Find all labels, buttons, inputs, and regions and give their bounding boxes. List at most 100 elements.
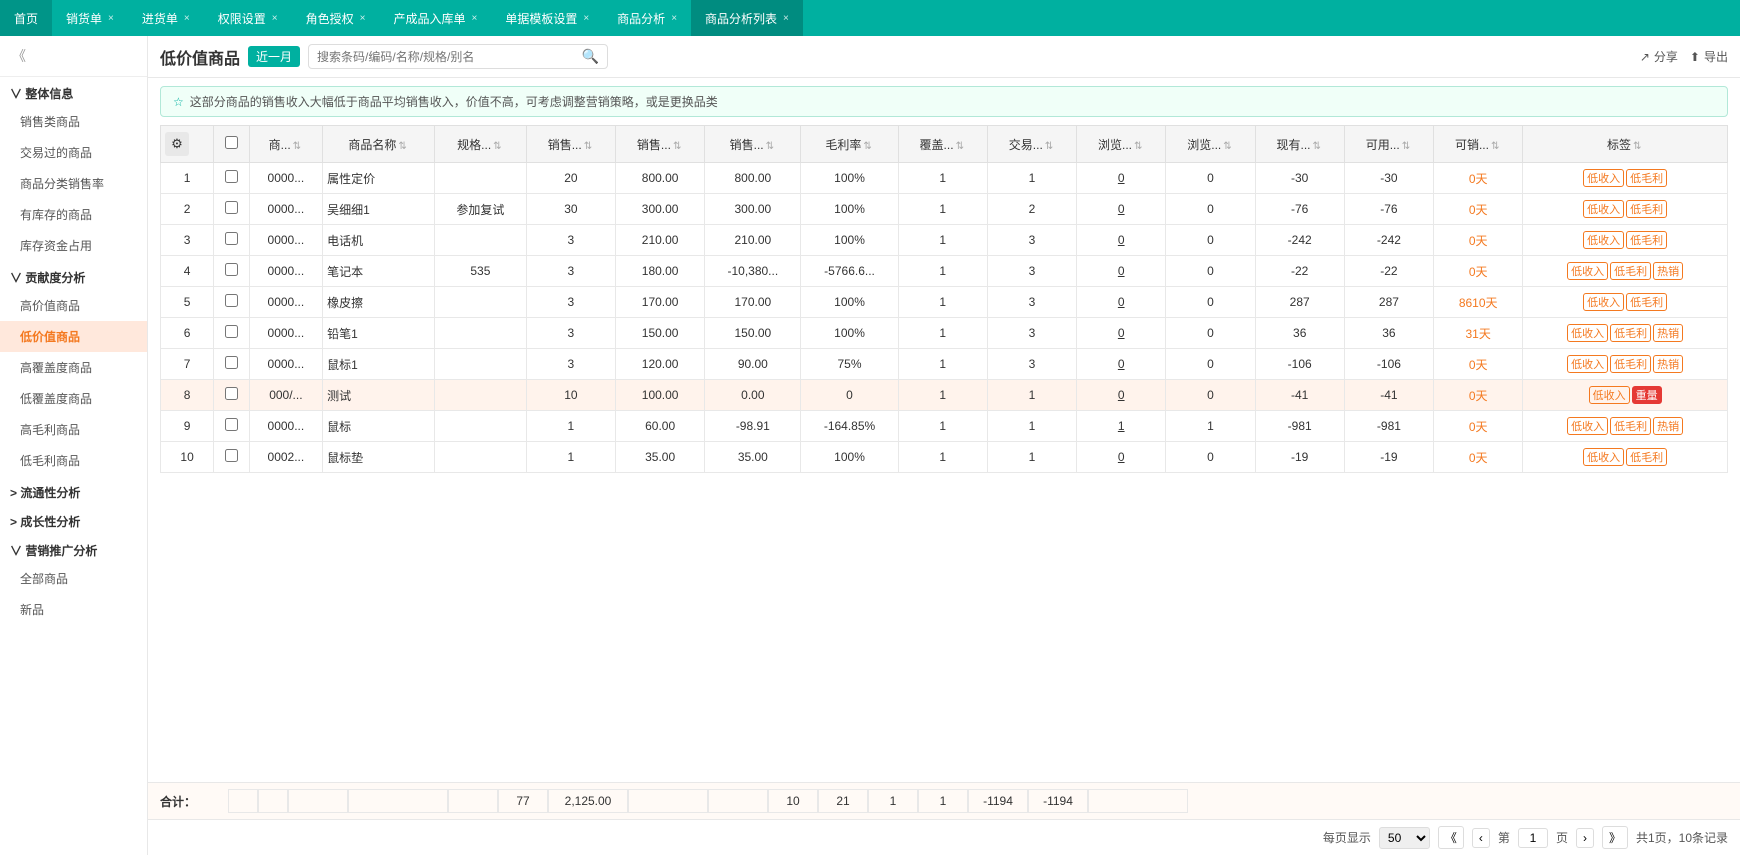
col-trade[interactable]: 交易...⇅: [987, 126, 1076, 163]
nav-role-auth-close[interactable]: ×: [360, 13, 366, 24]
page-size-select[interactable]: 50 100 200: [1379, 827, 1430, 849]
row-s6: 1: [987, 442, 1076, 473]
col-available[interactable]: 可用...⇅: [1344, 126, 1433, 163]
row-s7[interactable]: 0: [1077, 163, 1166, 194]
sidebar-item-all-products[interactable]: 全部商品: [0, 563, 147, 594]
select-all-checkbox[interactable]: [225, 136, 238, 149]
row-checkbox[interactable]: [214, 411, 249, 442]
prev-page-btn[interactable]: ‹: [1472, 828, 1490, 848]
nav-template-settings[interactable]: 单据模板设置 ×: [491, 0, 603, 36]
sidebar-item-traded-products[interactable]: 交易过的商品: [0, 137, 147, 168]
row-checkbox[interactable]: [214, 349, 249, 380]
nav-analysis-list[interactable]: 商品分析列表 ×: [691, 0, 803, 36]
sidebar-item-stock-capital[interactable]: 库存资金占用: [0, 230, 147, 261]
footer-s9: -1194: [1028, 789, 1088, 813]
col-current-stock[interactable]: 现有...⇅: [1255, 126, 1344, 163]
col-settings[interactable]: ⚙: [161, 126, 214, 163]
col-margin[interactable]: 毛利率⇅: [801, 126, 898, 163]
sidebar-item-stock-products[interactable]: 有库存的商品: [0, 199, 147, 230]
sidebar-item-category-sales-rate[interactable]: 商品分类销售率: [0, 168, 147, 199]
col-spec[interactable]: 规格...⇅: [434, 126, 526, 163]
nav-product-analysis-close[interactable]: ×: [671, 13, 677, 24]
nav-sales[interactable]: 销货单 ×: [52, 0, 128, 36]
nav-product-analysis[interactable]: 商品分析 ×: [603, 0, 691, 36]
col-name[interactable]: 商品名称⇅: [323, 126, 435, 163]
row-s7[interactable]: 0: [1077, 194, 1166, 225]
row-s7[interactable]: 0: [1077, 225, 1166, 256]
col-s2[interactable]: 销售...⇅: [616, 126, 705, 163]
sidebar-group-marketing[interactable]: ∨ 营销推广分析: [0, 534, 147, 563]
row-s8: 1: [1166, 411, 1255, 442]
sidebar-item-low-value[interactable]: 低价值商品: [0, 321, 147, 352]
sidebar-item-sales-products[interactable]: 销售类商品: [0, 106, 147, 137]
col-view1[interactable]: 浏览...⇅: [1077, 126, 1166, 163]
col-coverage[interactable]: 覆盖...⇅: [898, 126, 987, 163]
row-code: 000/...: [249, 380, 323, 411]
sidebar-collapse-btn[interactable]: 《: [8, 42, 30, 70]
sidebar-item-new-products[interactable]: 新品: [0, 594, 147, 625]
sidebar-item-low-coverage[interactable]: 低覆盖度商品: [0, 383, 147, 414]
row-s7[interactable]: 0: [1077, 349, 1166, 380]
col-tags[interactable]: 标签⇅: [1523, 126, 1728, 163]
row-code: 0000...: [249, 349, 323, 380]
row-s7[interactable]: 0: [1077, 318, 1166, 349]
share-button[interactable]: ↗ 分享: [1640, 48, 1678, 65]
time-tag-btn[interactable]: 近一月: [248, 46, 300, 67]
row-checkbox[interactable]: [214, 318, 249, 349]
sidebar-group-overall[interactable]: ∨ 整体信息: [0, 77, 147, 106]
search-box[interactable]: 🔍: [308, 44, 608, 69]
row-code: 0000...: [249, 194, 323, 225]
row-checkbox[interactable]: [214, 163, 249, 194]
nav-home[interactable]: 首页: [0, 0, 52, 36]
row-no: 6: [161, 318, 214, 349]
nav-product-storage[interactable]: 产成品入库单 ×: [379, 0, 491, 36]
col-checkbox[interactable]: [214, 126, 249, 163]
row-s7[interactable]: 0: [1077, 287, 1166, 318]
nav-purchase-close[interactable]: ×: [184, 13, 190, 24]
sidebar-item-low-margin[interactable]: 低毛利商品: [0, 445, 147, 476]
export-button[interactable]: ⬆ 导出: [1690, 48, 1728, 65]
nav-product-storage-close[interactable]: ×: [471, 13, 477, 24]
sidebar-item-high-value[interactable]: 高价值商品: [0, 290, 147, 321]
col-s1[interactable]: 销售...⇅: [526, 126, 615, 163]
row-s2: 35.00: [616, 442, 705, 473]
search-input[interactable]: [317, 50, 578, 64]
col-s3[interactable]: 销售...⇅: [705, 126, 801, 163]
row-s8: 0: [1166, 163, 1255, 194]
nav-permissions[interactable]: 权限设置 ×: [204, 0, 292, 36]
row-checkbox[interactable]: [214, 256, 249, 287]
nav-analysis-list-close[interactable]: ×: [783, 13, 789, 24]
row-s7[interactable]: 1: [1077, 411, 1166, 442]
row-checkbox[interactable]: [214, 287, 249, 318]
row-s4: -5766.6...: [801, 256, 898, 287]
col-sellable[interactable]: 可销...⇅: [1434, 126, 1523, 163]
row-s7[interactable]: 0: [1077, 380, 1166, 411]
nav-permissions-close[interactable]: ×: [272, 13, 278, 24]
row-tags: 低收入低毛利热销: [1523, 318, 1728, 349]
last-page-btn[interactable]: 》: [1602, 826, 1628, 849]
sidebar-group-flow[interactable]: > 流通性分析: [0, 476, 147, 505]
row-s7[interactable]: 0: [1077, 256, 1166, 287]
sidebar-item-high-margin[interactable]: 高毛利商品: [0, 414, 147, 445]
col-code[interactable]: 商...⇅: [249, 126, 323, 163]
nav-purchase[interactable]: 进货单 ×: [128, 0, 204, 36]
row-checkbox[interactable]: [214, 380, 249, 411]
nav-template-settings-close[interactable]: ×: [583, 13, 589, 24]
tag-label: 热销: [1653, 417, 1683, 435]
row-s6: 1: [987, 163, 1076, 194]
row-checkbox[interactable]: [214, 225, 249, 256]
col-view2[interactable]: 浏览...⇅: [1166, 126, 1255, 163]
nav-role-auth[interactable]: 角色授权 ×: [292, 0, 380, 36]
sidebar-item-high-coverage[interactable]: 高覆盖度商品: [0, 352, 147, 383]
page-input[interactable]: [1518, 828, 1548, 848]
first-page-btn[interactable]: 《: [1438, 826, 1464, 849]
nav-sales-close[interactable]: ×: [108, 13, 114, 24]
next-page-btn[interactable]: ›: [1576, 828, 1594, 848]
row-checkbox[interactable]: [214, 442, 249, 473]
row-code: 0000...: [249, 318, 323, 349]
sidebar-group-growth[interactable]: > 成长性分析: [0, 505, 147, 534]
row-s3: 800.00: [705, 163, 801, 194]
sidebar-group-contribution[interactable]: ∨ 贡献度分析: [0, 261, 147, 290]
row-checkbox[interactable]: [214, 194, 249, 225]
row-s7[interactable]: 0: [1077, 442, 1166, 473]
